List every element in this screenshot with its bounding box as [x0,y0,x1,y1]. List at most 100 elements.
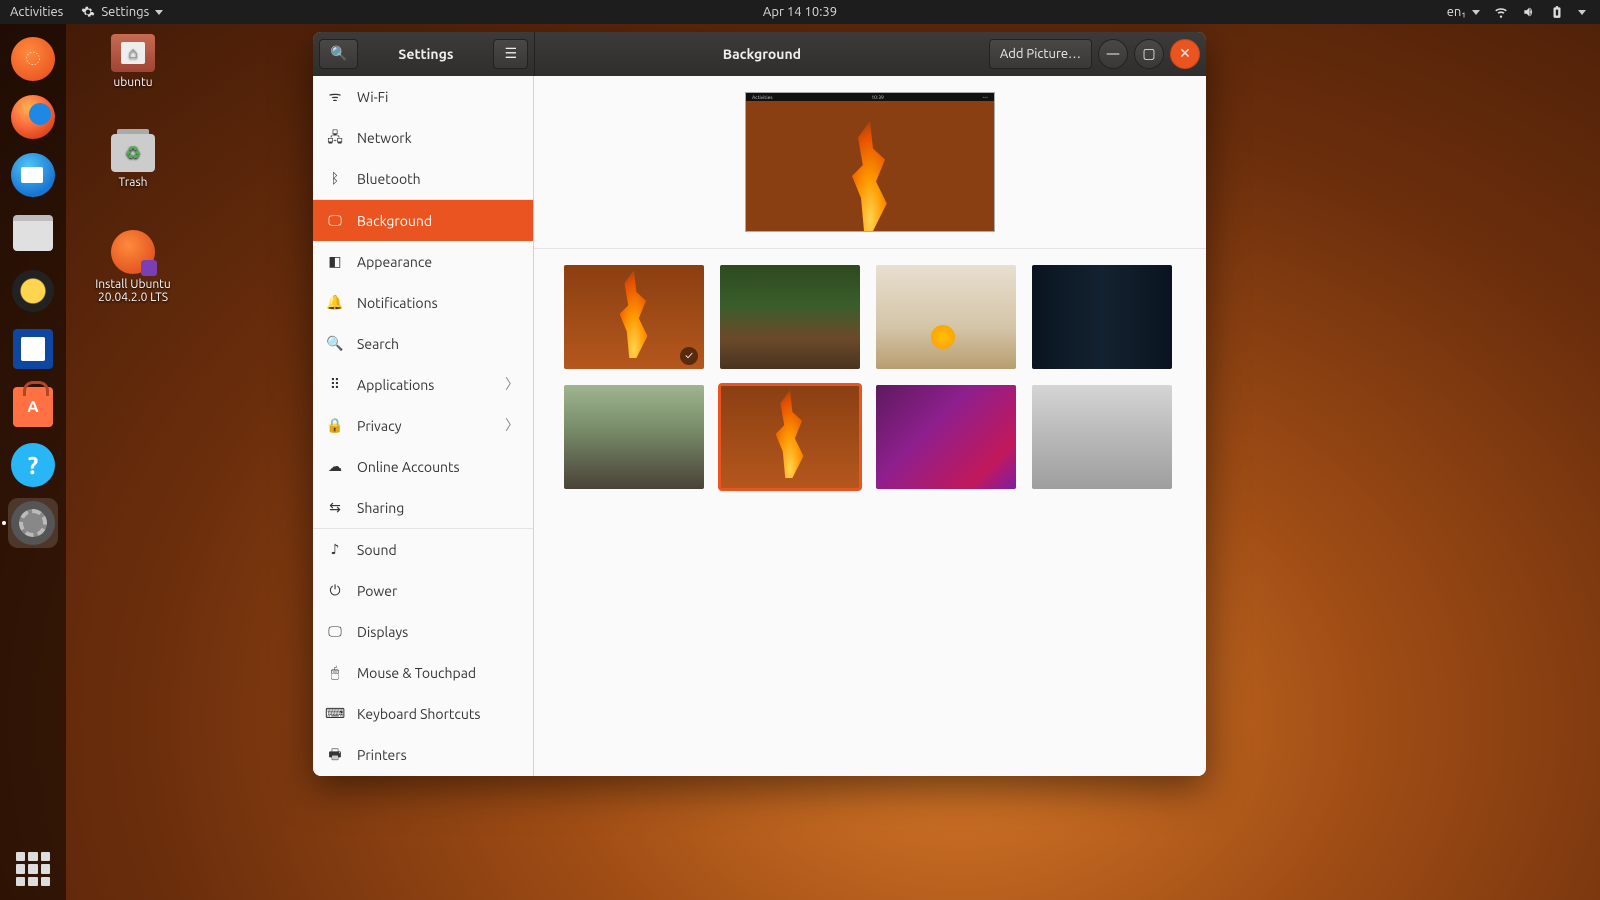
dock-help-icon[interactable]: ? [8,440,58,490]
volume-icon[interactable] [1522,5,1536,19]
wallpaper-item[interactable] [876,385,1016,489]
bell-icon: 🔔 [327,295,343,311]
input-source-label: en₁ [1447,5,1466,19]
activities-button[interactable]: Activities [10,5,63,19]
dock-files-icon[interactable] [8,208,58,258]
network-icon[interactable] [1494,5,1508,19]
chevron-down-icon [1472,10,1480,15]
sidebar-item-label: Wi-Fi [357,89,388,105]
window-minimize-button[interactable]: — [1098,39,1128,69]
sidebar-item-label: Power [357,583,397,599]
desktop-icon-label: Install Ubuntu 20.04.2.0 LTS [82,278,184,304]
dock-software-center-icon[interactable] [8,382,58,432]
dock-firefox-icon[interactable] [8,92,58,142]
grid-icon: ⠿ [327,377,343,393]
sidebar-item-network[interactable]: 🖧Network [313,117,533,158]
sidebar-item-wifi[interactable]: ᯤWi-Fi [313,76,533,117]
sidebar-item-background[interactable]: 🖵Background [313,200,533,241]
chevron-down-icon [155,10,163,15]
wallpaper-item[interactable] [1032,265,1172,369]
window-maximize-button[interactable]: ▢ [1134,39,1164,69]
mouse-icon: 🖱 [327,665,343,681]
menu-icon: ☰ [504,47,517,61]
dock-rhythmbox-icon[interactable] [8,266,58,316]
lock-icon: 🔒 [327,418,343,434]
sidebar-item-notifications[interactable]: 🔔 Notifications [313,282,533,323]
sidebar-item-displays[interactable]: 🖵 Displays [313,611,533,652]
search-button[interactable]: 🔍 [319,39,358,69]
wallpaper-grid [534,249,1206,505]
power-icon: ⏻ [327,583,343,599]
display-icon: 🖵 [327,624,343,640]
sidebar-item-label: Mouse & Touchpad [357,665,476,681]
sidebar-title: Settings [362,46,489,62]
sidebar-item-sharing[interactable]: ⇆Sharing [313,487,533,528]
dock-settings-icon[interactable] [8,498,58,548]
desktop-trash[interactable]: Trash [88,134,178,189]
sidebar-item-label: Keyboard Shortcuts [357,706,480,722]
installer-icon [111,230,155,274]
show-applications-button[interactable] [16,852,50,886]
sidebar-item-online-accounts[interactable]: ☁Online Accounts [313,446,533,487]
background-panel: Activities 10:39 ◦◦◦ [534,76,1206,776]
clock[interactable]: Apr 14 10:39 [763,5,837,19]
battery-icon[interactable] [1550,5,1564,19]
sidebar-item-appearance[interactable]: ◧ Appearance [313,241,533,282]
sidebar-item-applications[interactable]: ⠿ Applications 〉 [313,364,533,405]
window-close-button[interactable]: ✕ [1170,39,1200,69]
dock-libreoffice-writer-icon[interactable] [8,324,58,374]
wallpaper-item[interactable] [1032,385,1172,489]
sidebar-item-printers[interactable]: 🖶Printers [313,734,533,775]
sidebar-item-sound[interactable]: ♪Sound [313,529,533,570]
sidebar-item-label: Applications [357,377,434,393]
current-background-preview-area: Activities 10:39 ◦◦◦ [534,76,1206,249]
search-icon: 🔍 [327,336,343,352]
sidebar-item-power[interactable]: ⏻ Power [313,570,533,611]
sidebar-item-mouse[interactable]: 🖱 Mouse & Touchpad [313,652,533,693]
headerbar: 🔍 Settings ☰ Background Add Picture… — ▢… [313,32,1206,76]
sidebar-item-label: Online Accounts [357,459,460,475]
system-menu-chevron-icon[interactable] [1578,10,1586,15]
gnome-topbar: Activities Settings Apr 14 10:39 en₁ [0,0,1600,24]
app-menu-label: Settings [101,5,149,19]
current-background-preview[interactable]: Activities 10:39 ◦◦◦ [745,92,995,232]
desktop-home-folder[interactable]: ubuntu [88,34,178,89]
sidebar-item-label: Appearance [357,254,432,270]
dock-ubiquity-icon[interactable]: ◌ [8,34,58,84]
chevron-right-icon: 〉 [505,419,519,433]
close-icon: ✕ [1179,47,1191,61]
sidebar-item-label: Privacy [357,418,401,434]
desktop-icon-label: Trash [88,176,178,189]
bluetooth-icon: ᛒ [327,171,343,187]
settings-sidebar: ᯤWi-Fi 🖧Network ᛒBluetooth 🖵Background ◧… [313,76,534,776]
sidebar-item-label: Displays [357,624,408,640]
add-picture-button[interactable]: Add Picture… [989,39,1092,69]
search-icon: 🔍 [330,47,347,61]
chevron-right-icon: 〉 [505,378,519,392]
hamburger-menu-button[interactable]: ☰ [493,39,528,69]
dock-thunderbird-icon[interactable] [8,150,58,200]
wallpaper-item[interactable] [564,265,704,369]
sidebar-item-label: Notifications [357,295,438,311]
app-menu[interactable]: Settings [81,5,163,19]
sidebar-item-search[interactable]: 🔍 Search [313,323,533,364]
sidebar-item-label: Printers [357,747,407,763]
sidebar-item-label: Search [357,336,399,352]
network-icon: 🖧 [327,130,343,146]
sidebar-item-keyboard[interactable]: ⌨ Keyboard Shortcuts [313,693,533,734]
sidebar-item-bluetooth[interactable]: ᛒBluetooth [313,158,533,199]
appearance-icon: ◧ [327,254,343,270]
minimize-icon: — [1106,47,1120,61]
sidebar-item-privacy[interactable]: 🔒 Privacy 〉 [313,405,533,446]
wallpaper-item[interactable] [720,265,860,369]
dash-dock: ◌ ? [0,24,66,900]
keyboard-icon: ⌨ [327,706,343,722]
wallpaper-item[interactable] [564,385,704,489]
sidebar-item-label: Sound [357,542,397,558]
desktop-install-ubuntu[interactable]: Install Ubuntu 20.04.2.0 LTS [82,230,184,304]
wallpaper-item[interactable] [720,385,860,489]
wallpaper-art [840,121,900,231]
preview-activities-label: Activities [752,94,773,100]
input-source-switcher[interactable]: en₁ [1447,5,1480,19]
wallpaper-item[interactable] [876,265,1016,369]
